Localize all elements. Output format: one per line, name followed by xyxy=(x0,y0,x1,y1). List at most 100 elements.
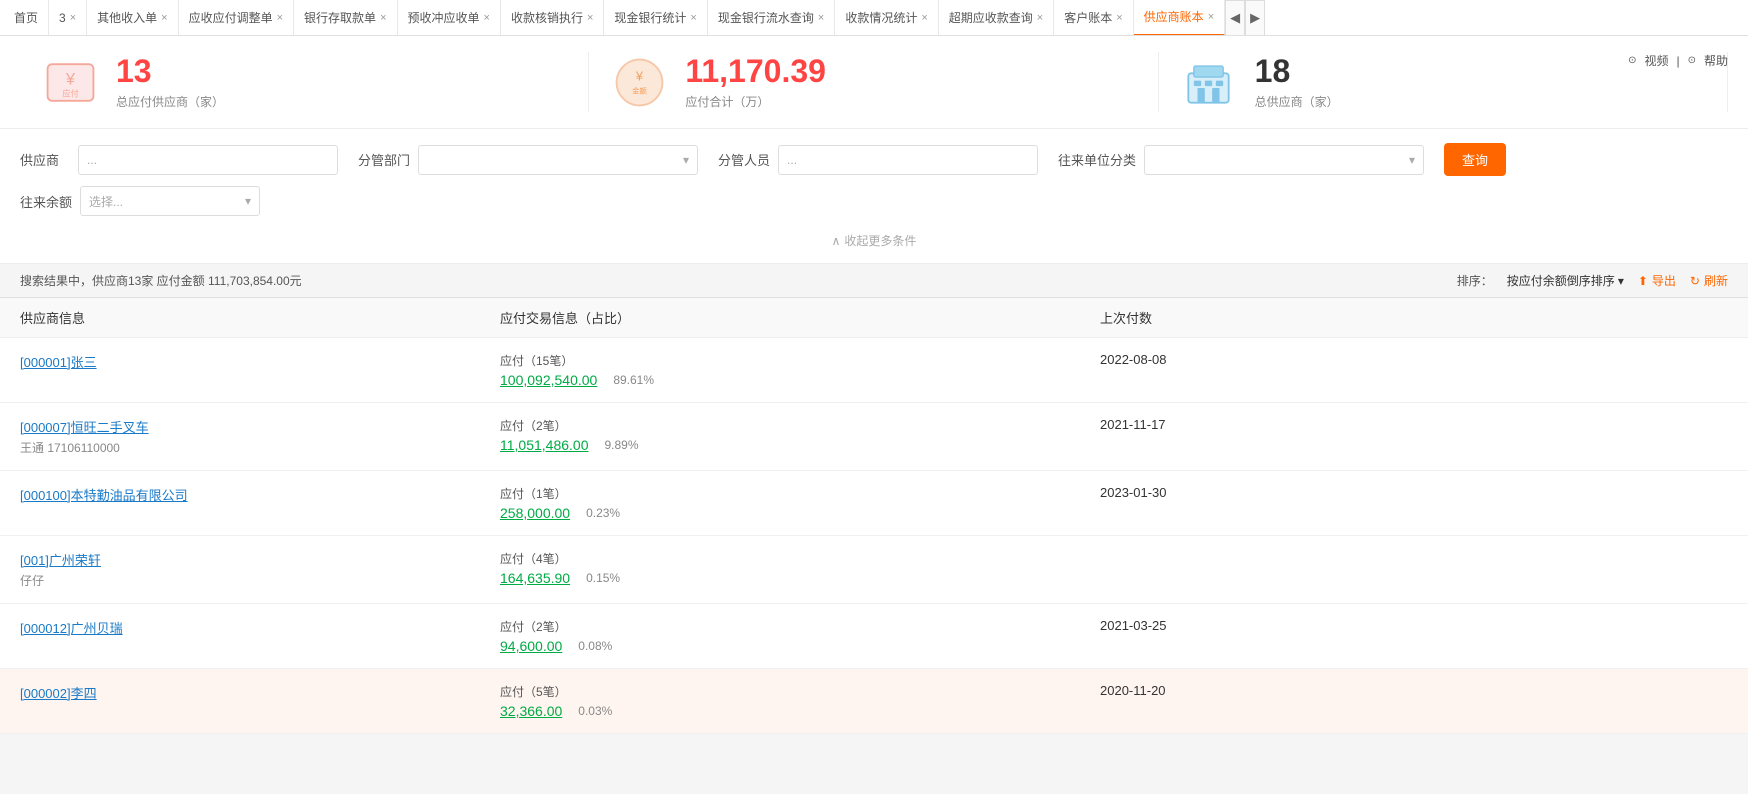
nav-tab-ap-adjust[interactable]: 应收应付调整单 × xyxy=(179,0,294,36)
tx-amount-6[interactable]: 32,366.00 xyxy=(500,703,562,719)
close-icon[interactable]: × xyxy=(277,12,283,24)
last-pay-3: 2023-01-30 xyxy=(1100,485,1728,500)
result-bar-right: 排序： 按应付余额倒序排序 ▾ ⬆ 导出 ↻ 刷新 xyxy=(1457,272,1728,289)
table-row: [000001]张三 应付（15笔） 100,092,540.00 89.61%… xyxy=(0,338,1748,403)
supplier-info-5: [000012]广州贝瑞 xyxy=(20,618,500,637)
sort-down-icon: ▾ xyxy=(1618,274,1624,288)
tx-amount-5[interactable]: 94,600.00 xyxy=(500,638,562,654)
nav-tab-bank-deposit[interactable]: 银行存取款单 × xyxy=(294,0,397,36)
export-button[interactable]: ⬆ 导出 xyxy=(1638,272,1676,289)
nav-tab-advance-collect[interactable]: 预收冲应收单 × xyxy=(398,0,501,36)
nav-tab-other-income[interactable]: 其他收入单 × xyxy=(87,0,178,36)
transaction-info-3: 应付（1笔） 258,000.00 0.23% xyxy=(500,485,1100,521)
nav-tab-customer-account[interactable]: 客户账本 × xyxy=(1054,0,1133,36)
category-arrow-icon: ▾ xyxy=(1409,153,1415,167)
tx-row-2: 11,051,486.00 9.89% xyxy=(500,437,1100,453)
tx-label-1: 应付（15笔） xyxy=(500,352,1100,369)
collapse-bar[interactable]: ∧ 收起更多条件 xyxy=(20,226,1728,253)
svg-text:¥: ¥ xyxy=(635,68,644,83)
tx-amount-3[interactable]: 258,000.00 xyxy=(500,505,570,521)
close-icon[interactable]: × xyxy=(1037,12,1043,24)
transaction-info-4: 应付（4笔） 164,635.90 0.15% xyxy=(500,550,1100,586)
nav-tab-cash-flow-query[interactable]: 现金银行流水查询 × xyxy=(708,0,835,36)
supplier-link-2[interactable]: [000007]恒旺二手叉车 xyxy=(20,420,149,435)
payable-suppliers-icon: ¥ 应付 xyxy=(40,52,100,112)
close-icon[interactable]: × xyxy=(921,12,927,24)
stat3-content: 18 总供应商（家） xyxy=(1255,54,1339,110)
nav-tab-collect-execute[interactable]: 收款核销执行 × xyxy=(501,0,604,36)
close-icon[interactable]: × xyxy=(1116,12,1122,24)
dept-arrow-icon: ▾ xyxy=(683,153,689,167)
refresh-icon: ↻ xyxy=(1690,274,1700,288)
svg-text:¥: ¥ xyxy=(64,70,75,88)
nav-tab-cash-bank-stat[interactable]: 现金银行统计 × xyxy=(604,0,707,36)
table-row: [000012]广州贝瑞 应付（2笔） 94,600.00 0.08% 2021… xyxy=(0,604,1748,669)
stat1-number: 13 xyxy=(116,54,224,89)
table-row: [000007]恒旺二手叉车 王通 17106110000 应付（2笔） 11,… xyxy=(0,403,1748,471)
filter-row-2: 往来余额 选择... ▾ xyxy=(20,186,1728,216)
balance-select[interactable]: 选择... ▾ xyxy=(80,186,260,216)
close-icon[interactable]: × xyxy=(818,12,824,24)
tx-amount-1[interactable]: 100,092,540.00 xyxy=(500,372,597,388)
close-icon[interactable]: × xyxy=(587,12,593,24)
result-bar: 搜索结果中，供应商13家 应付金额 111,703,854.00元 排序： 按应… xyxy=(0,264,1748,298)
last-pay-6: 2020-11-20 xyxy=(1100,683,1728,698)
filter-category: 往来单位分类 ▾ xyxy=(1058,145,1424,175)
tx-percent-4: 0.15% xyxy=(586,571,620,585)
balance-arrow-icon: ▾ xyxy=(245,194,251,208)
supplier-link-3[interactable]: [000100]本特勤油品有限公司 xyxy=(20,488,188,503)
filter-dept: 分管部门 ▾ xyxy=(358,145,698,175)
supplier-link-4[interactable]: [001]广州荣轩 xyxy=(20,553,101,568)
sort-select[interactable]: 按应付余额倒序排序 ▾ xyxy=(1507,272,1624,289)
tx-row-1: 100,092,540.00 89.61% xyxy=(500,372,1100,388)
close-icon[interactable]: × xyxy=(380,12,386,24)
tx-row-5: 94,600.00 0.08% xyxy=(500,638,1100,654)
collapse-up-icon: ∧ xyxy=(832,234,841,248)
close-icon[interactable]: × xyxy=(161,12,167,24)
tx-row-4: 164,635.90 0.15% xyxy=(500,570,1100,586)
query-button[interactable]: 查询 xyxy=(1444,143,1506,176)
filter-supplier: 供应商 ... xyxy=(20,145,338,175)
nav-prev-arrow[interactable]: ◀ xyxy=(1225,0,1245,36)
category-select[interactable]: ▾ xyxy=(1144,145,1424,175)
tx-amount-4[interactable]: 164,635.90 xyxy=(500,570,570,586)
total-suppliers-icon xyxy=(1179,52,1239,112)
balance-label: 往来余额 xyxy=(20,192,72,211)
last-pay-1: 2022-08-08 xyxy=(1100,352,1728,367)
person-input[interactable]: ... xyxy=(778,145,1038,175)
supplier-info-1: [000001]张三 xyxy=(20,352,500,371)
supplier-info-6: [000002]李四 xyxy=(20,683,500,702)
close-icon[interactable]: × xyxy=(484,12,490,24)
nav-tab-home[interactable]: 首页 xyxy=(4,0,49,36)
filter-row-1: 供应商 ... 分管部门 ▾ 分管人员 ... 往来单位分类 ▾ xyxy=(20,143,1728,176)
close-icon[interactable]: × xyxy=(70,12,76,24)
nav-tab-t1[interactable]: 3 × xyxy=(49,0,87,36)
help-link[interactable]: 帮助 xyxy=(1704,52,1728,69)
nav-next-arrow[interactable]: ▶ xyxy=(1245,0,1265,36)
supplier-link-1[interactable]: [000001]张三 xyxy=(20,355,97,370)
transaction-info-2: 应付（2笔） 11,051,486.00 9.89% xyxy=(500,417,1100,453)
tx-percent-2: 9.89% xyxy=(605,438,639,452)
supplier-link-6[interactable]: [000002]李四 xyxy=(20,686,97,701)
stat2-content: 11,170.39 应付合计（万） xyxy=(685,54,826,110)
dept-select[interactable]: ▾ xyxy=(418,145,698,175)
stat2-number: 11,170.39 xyxy=(685,54,826,89)
close-icon[interactable]: × xyxy=(1208,11,1214,23)
tx-label-3: 应付（1笔） xyxy=(500,485,1100,502)
stat2-label: 应付合计（万） xyxy=(685,93,826,110)
nav-tab-supplier-account[interactable]: 供应商账本 × xyxy=(1134,0,1225,36)
close-icon[interactable]: × xyxy=(690,12,696,24)
collapse-label: 收起更多条件 xyxy=(844,232,916,249)
last-pay-date-6: 2020-11-20 xyxy=(1100,683,1166,698)
supplier-input[interactable]: ... xyxy=(78,145,338,175)
supplier-link-5[interactable]: [000012]广州贝瑞 xyxy=(20,621,123,636)
video-link[interactable]: 视频 xyxy=(1644,52,1668,69)
refresh-button[interactable]: ↻ 刷新 xyxy=(1690,272,1728,289)
tx-amount-2[interactable]: 11,051,486.00 xyxy=(500,437,589,453)
transaction-info-5: 应付（2笔） 94,600.00 0.08% xyxy=(500,618,1100,654)
tx-percent-5: 0.08% xyxy=(578,639,612,653)
nav-tab-overdue-query[interactable]: 超期应收款查询 × xyxy=(939,0,1054,36)
nav-tab-collect-stat[interactable]: 收款情况统计 × xyxy=(835,0,938,36)
last-pay-date-5: 2021-03-25 xyxy=(1100,618,1167,633)
svg-text:金额: 金额 xyxy=(632,86,647,95)
